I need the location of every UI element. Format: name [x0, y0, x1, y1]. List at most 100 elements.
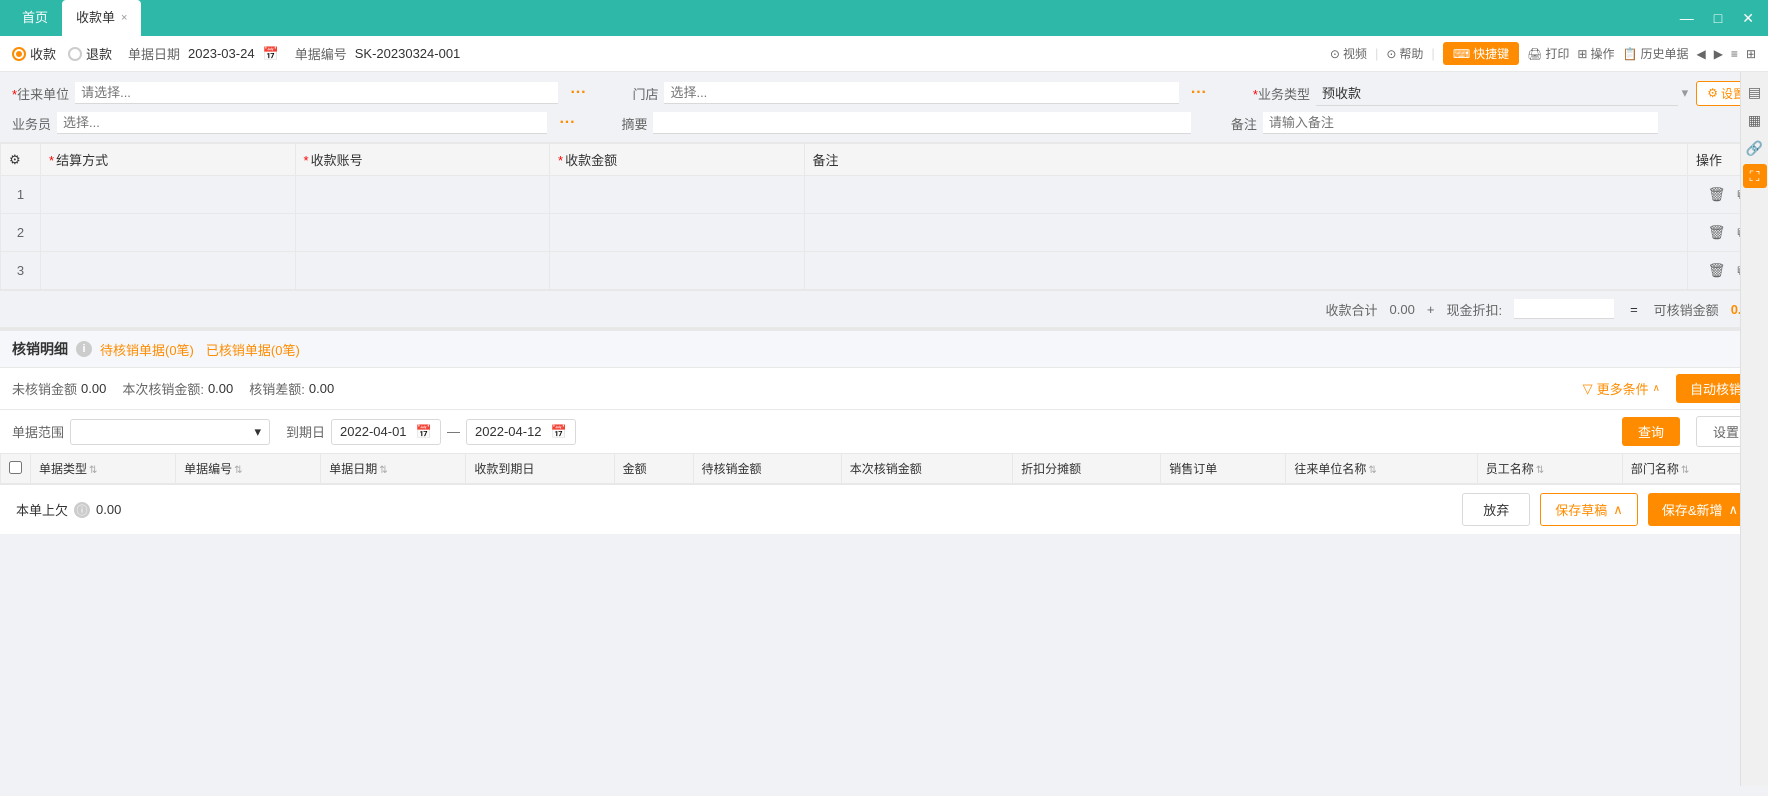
radio-receive-label: 收款 [30, 44, 56, 63]
action-shortcut-btn[interactable]: ⌨快捷键 [1443, 42, 1519, 65]
discount-input[interactable] [1514, 299, 1614, 319]
this-bill-value: 0.00 [96, 502, 121, 517]
row-2-account[interactable] [295, 214, 550, 252]
col-no: 单据编号⇅ [176, 454, 321, 484]
col-gear[interactable]: ⚙ [1, 144, 41, 176]
toolbar-actions: ⊙视频 | ⊙帮助 | ⌨快捷键 🖨打印 ⊞操作 📋历史单据 ◀ ▶ ≡ ⊞ [1330, 42, 1756, 65]
range-select[interactable]: ▾ [70, 419, 270, 445]
vendor-more-btn[interactable]: ··· [564, 84, 592, 102]
remark-label: 备注 [1231, 114, 1257, 133]
row-1-remark[interactable] [804, 176, 1688, 214]
col-amount: 金额 [614, 454, 693, 484]
row-3-amount[interactable] [550, 252, 805, 290]
verify-stats: 未核销金额 0.00 本次核销金额: 0.00 核销差额: 0.00 ▽ 更多条… [0, 368, 1768, 410]
save-new-btn[interactable]: 保存&新增 ∧ [1648, 493, 1752, 526]
date-from-input[interactable]: 2022-04-01 📅 [331, 419, 441, 445]
row-2-settlement[interactable] [41, 214, 296, 252]
stat-unverified: 未核销金额 0.00 [12, 379, 106, 398]
radio-receive[interactable]: 收款 [12, 44, 56, 63]
row-2-amount[interactable] [550, 214, 805, 252]
table-row: 1 🗑 ⧉ [1, 176, 1768, 214]
remark-input[interactable] [1263, 112, 1658, 134]
receipt-table: ⚙ 结算方式 收款账号 收款金额 备注 操作 1 🗑 ⧉ 2 [0, 143, 1768, 290]
staff-more-btn[interactable]: ··· [553, 114, 581, 132]
row-2-remark[interactable] [804, 214, 1688, 252]
row-1-account[interactable] [295, 176, 550, 214]
query-btn[interactable]: 查询 [1622, 417, 1680, 446]
tab-done[interactable]: 已核销单据(0笔) [206, 340, 300, 359]
action-operate[interactable]: ⊞操作 [1577, 45, 1614, 62]
radio-group-type: 收款 退款 [12, 44, 112, 63]
action-help[interactable]: ⊙帮助 [1386, 45, 1423, 62]
row-1-amount[interactable] [550, 176, 805, 214]
win-maximize-btn[interactable]: □ [1708, 10, 1728, 26]
action-history[interactable]: 📋历史单据 [1622, 45, 1688, 62]
store-more-btn[interactable]: ··· [1185, 84, 1213, 102]
row-3-remark[interactable] [804, 252, 1688, 290]
row-2-delete-icon[interactable]: 🗑 [1704, 222, 1730, 242]
row-3-settlement[interactable] [41, 252, 296, 290]
due-date-field: 到期日 2022-04-01 📅 — 2022-04-12 📅 [286, 419, 576, 445]
business-type-label: *业务类型 [1253, 84, 1310, 103]
tab-pending[interactable]: 待核销单据(0笔) [100, 340, 194, 359]
store-label: 门店 [632, 84, 658, 103]
date-from-value: 2022-04-01 [340, 424, 407, 439]
select-all-checkbox[interactable] [9, 461, 22, 474]
save-new-arrow-icon: ∧ [1728, 502, 1738, 518]
col-type: 单据类型⇅ [31, 454, 176, 484]
due-date-label: 到期日 [286, 422, 325, 441]
date-range: 2022-04-01 📅 — 2022-04-12 📅 [331, 419, 576, 445]
range-field: 单据范围 ▾ [12, 419, 270, 445]
action-layout[interactable]: ⊞ [1746, 47, 1756, 61]
vendor-field: *往来单位 ··· [12, 82, 592, 104]
vendor-input[interactable] [75, 82, 558, 104]
radio-refund[interactable]: 退款 [68, 44, 112, 63]
row-3-num: 3 [1, 252, 41, 290]
tab-close-icon[interactable]: × [121, 0, 127, 36]
col-account-header: 收款账号 [295, 144, 550, 176]
save-draft-btn[interactable]: 保存草稿 ∧ [1540, 493, 1638, 526]
summary-field: 摘要 [621, 112, 1190, 134]
col-date: 单据日期⇅ [321, 454, 466, 484]
action-prev[interactable]: ◀ [1696, 47, 1705, 61]
business-type-value: 预收款 [1316, 80, 1678, 106]
action-video[interactable]: ⊙视频 [1330, 45, 1367, 62]
section-info-icon[interactable]: i [76, 341, 92, 357]
win-close-btn[interactable]: ✕ [1736, 10, 1760, 27]
date-sep: — [447, 424, 460, 439]
sidebar-icon-4[interactable]: ⛶ [1743, 164, 1767, 188]
row-1-delete-icon[interactable]: 🗑 [1704, 184, 1730, 204]
radio-receive-dot [12, 47, 26, 61]
win-minimize-btn[interactable]: — [1674, 10, 1700, 26]
sidebar-icon-3[interactable]: 🔗 [1743, 136, 1767, 160]
staff-input[interactable] [57, 112, 547, 134]
discount-label: 现金折扣: [1446, 300, 1502, 319]
more-conditions-link[interactable]: ▽ 更多条件 ∧ [1583, 379, 1660, 398]
action-next[interactable]: ▶ [1714, 47, 1723, 61]
this-bill-info-icon[interactable]: ⓘ [74, 502, 90, 518]
action-print[interactable]: 🖨打印 [1527, 45, 1569, 62]
form-row-1: *往来单位 ··· 门店 ··· *业务类型 预收款 ▾ ⚙ 设置 [12, 80, 1756, 106]
date-to-icon: 📅 [551, 424, 567, 440]
row-3-account[interactable] [295, 252, 550, 290]
sidebar-icon-2[interactable]: ▦ [1743, 108, 1767, 132]
store-input[interactable] [664, 82, 1178, 104]
summary-input[interactable] [653, 112, 1190, 134]
row-1-settlement[interactable] [41, 176, 296, 214]
net-label: 可核销金额 [1654, 300, 1719, 319]
tab-receipt[interactable]: 收款单 × [62, 0, 141, 36]
business-type-select[interactable]: 预收款 ▾ [1316, 80, 1688, 106]
col-vendor: 往来单位名称⇅ [1286, 454, 1477, 484]
date-to-input[interactable]: 2022-04-12 📅 [466, 419, 576, 445]
action-list[interactable]: ≡ [1731, 47, 1738, 61]
col-checkbox[interactable] [1, 454, 31, 484]
bill-date-label: 单据日期 [128, 44, 180, 63]
table-row: 3 🗑 ⧉ [1, 252, 1768, 290]
nav-home[interactable]: 首页 [8, 0, 62, 36]
abandon-btn[interactable]: 放弃 [1462, 493, 1530, 526]
row-3-delete-icon[interactable]: 🗑 [1704, 260, 1730, 280]
calendar-icon[interactable]: 📅 [263, 46, 279, 62]
remark-field: 备注 [1231, 112, 1658, 134]
section-divider: 核销明细 i 待核销单据(0笔) 已核销单据(0笔) [0, 327, 1768, 367]
sidebar-icon-1[interactable]: ▤ [1743, 80, 1767, 104]
